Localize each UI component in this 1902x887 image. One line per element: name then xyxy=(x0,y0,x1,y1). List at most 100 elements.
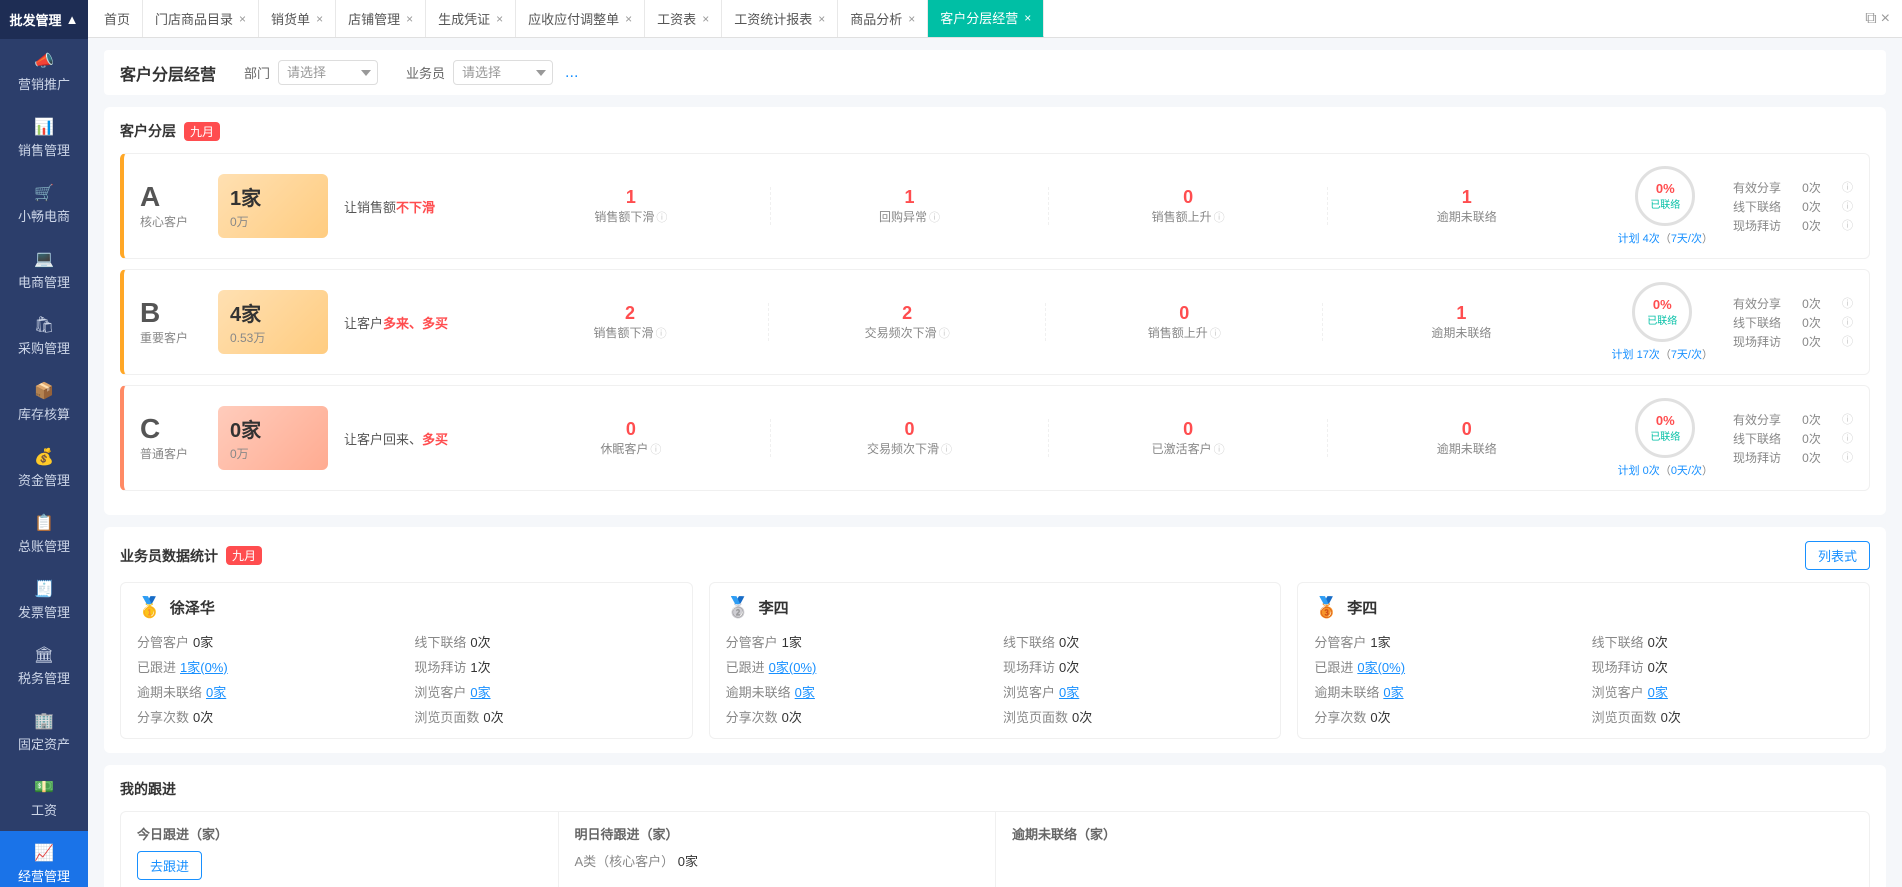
tab-sales-order-close[interactable]: × xyxy=(316,12,323,26)
stat-info-c-0[interactable]: ⓘ xyxy=(1842,411,1853,428)
metric-a-1: 1 回购异常ⓘ xyxy=(770,187,1049,225)
tab-store-catalog[interactable]: 门店商品目录 × xyxy=(143,0,259,38)
stat-key-2-0: 分管客户 xyxy=(1314,632,1366,651)
stat-key-1-7: 浏览页面数 xyxy=(1003,707,1068,726)
tab-ar-ap[interactable]: 应收应付调整单 × xyxy=(516,0,645,38)
stat-val-2-5[interactable]: 0家 xyxy=(1648,682,1668,701)
tab-product-analysis-label: 商品分析 xyxy=(850,9,902,28)
followup-col-title-today: 今日跟进（家） xyxy=(137,824,542,843)
tier-name-a: 核心客户 xyxy=(140,213,210,230)
sidebar-item-ecom[interactable]: 💻 电商管理 xyxy=(0,237,88,303)
tab-store-manage-close[interactable]: × xyxy=(406,12,413,26)
stat-val-1-2[interactable]: 0家(0%) xyxy=(769,657,817,676)
stat-val-0-5[interactable]: 0家 xyxy=(470,682,490,701)
stat-info-a-1[interactable]: ⓘ xyxy=(1842,198,1853,215)
sidebar-logo[interactable]: 批发管理 ▲ xyxy=(0,0,88,39)
list-view-btn[interactable]: 列表式 xyxy=(1805,541,1870,570)
stat-item-1-6: 分享次数 0次 xyxy=(726,707,987,726)
stat-info-c-1[interactable]: ⓘ xyxy=(1842,430,1853,447)
stat-info-b-0[interactable]: ⓘ xyxy=(1842,295,1853,312)
stat-key-2-4: 逾期未联络 xyxy=(1314,682,1379,701)
sidebar-item-marketing[interactable]: 📣 营销推广 xyxy=(0,39,88,105)
metric-label-a-1: 回购异常ⓘ xyxy=(779,208,1041,225)
salesman-section-title: 业务员数据统计 xyxy=(120,546,218,566)
sidebar-item-ledger[interactable]: 📋 总账管理 xyxy=(0,501,88,567)
tab-voucher-close[interactable]: × xyxy=(496,12,503,26)
stat-val-1-5[interactable]: 0家 xyxy=(1059,682,1079,701)
sidebar-collapse-icon[interactable]: ▲ xyxy=(66,12,79,27)
tab-customer-tier[interactable]: 客户分层经营 × xyxy=(928,0,1044,38)
stat-info-a-2[interactable]: ⓘ xyxy=(1842,217,1853,234)
filter-sales-select[interactable]: 请选择 xyxy=(453,60,553,85)
tab-payroll-report-close[interactable]: × xyxy=(818,12,825,26)
salesman-title-group: 业务员数据统计 九月 xyxy=(120,546,262,566)
stat-info-b-1[interactable]: ⓘ xyxy=(1842,314,1853,331)
sidebar-item-purchase[interactable]: 🛍 采购管理 xyxy=(0,303,88,369)
stat-item-2-5: 浏览客户 0家 xyxy=(1592,682,1853,701)
tab-sales-order[interactable]: 销货单 × xyxy=(259,0,336,38)
filter-dept-select[interactable]: 请选择 xyxy=(278,60,378,85)
stat-info-a-0[interactable]: ⓘ xyxy=(1842,179,1853,196)
tier-right-stats-b: 有效分享 0次 ⓘ 线下联络 0次 ⓘ 现场拜访 0次 ⓘ xyxy=(1733,295,1853,350)
goto-followup-btn[interactable]: 去跟进 xyxy=(137,851,202,880)
info-icon-c-2[interactable]: ⓘ xyxy=(1214,441,1225,457)
tier-stat-row-a-1: 线下联络 0次 ⓘ xyxy=(1733,198,1853,215)
info-icon-b-0[interactable]: ⓘ xyxy=(656,325,667,341)
tier-right-stats-a: 有效分享 0次 ⓘ 线下联络 0次 ⓘ 现场拜访 0次 ⓘ xyxy=(1733,179,1853,234)
tab-store-catalog-close[interactable]: × xyxy=(239,12,246,26)
tab-product-analysis[interactable]: 商品分析 × xyxy=(838,0,928,38)
sidebar-item-invoice[interactable]: 🧾 发票管理 xyxy=(0,567,88,633)
sidebar-item-sales[interactable]: 📊 销售管理 xyxy=(0,105,88,171)
tab-customer-tier-close[interactable]: × xyxy=(1024,11,1031,25)
tier-row-a: A 核心客户 1家 0万 让销售额不下滑 1 销售额下滑ⓘ 1 xyxy=(120,153,1870,259)
sidebar-item-ecom-small[interactable]: 🛒 小畅电商 xyxy=(0,171,88,237)
stat-val-0-2[interactable]: 1家(0%) xyxy=(180,657,228,676)
tier-count-val-c: 0万 xyxy=(230,445,316,462)
tab-close-all-btn[interactable]: × xyxy=(1881,10,1890,28)
sidebar-item-label: 发票管理 xyxy=(18,602,70,621)
info-icon-b-2[interactable]: ⓘ xyxy=(1210,325,1221,341)
tab-voucher[interactable]: 生成凭证 × xyxy=(426,0,516,38)
customer-section-title: 客户分层 xyxy=(120,121,176,141)
sidebar-logo-text: 批发管理 xyxy=(10,10,62,29)
followup-tomorrow-val-0: 0家 xyxy=(678,854,698,869)
tier-suggest-highlight-c: 多买 xyxy=(422,432,448,447)
info-icon-a-0[interactable]: ⓘ xyxy=(656,209,667,225)
stat-val-2-2[interactable]: 0家(0%) xyxy=(1357,657,1405,676)
tab-ar-ap-close[interactable]: × xyxy=(625,12,632,26)
sidebar-item-label: 小畅电商 xyxy=(18,206,70,225)
sidebar-item-inventory[interactable]: 📦 库存核算 xyxy=(0,369,88,435)
sidebar-item-finance[interactable]: 💰 资金管理 xyxy=(0,435,88,501)
stat-val-1-4[interactable]: 0家 xyxy=(795,682,815,701)
tab-product-analysis-close[interactable]: × xyxy=(908,12,915,26)
metric-a-2: 0 销售额上升ⓘ xyxy=(1048,187,1327,225)
info-icon-c-1[interactable]: ⓘ xyxy=(941,441,952,457)
sidebar-item-assets[interactable]: 🏢 固定资产 xyxy=(0,699,88,765)
stat-val-2-4[interactable]: 0家 xyxy=(1383,682,1403,701)
customer-month-badge: 九月 xyxy=(184,122,220,141)
tab-payroll-close[interactable]: × xyxy=(702,12,709,26)
tab-store-manage[interactable]: 店铺管理 × xyxy=(336,0,426,38)
tab-home[interactable]: 首页 xyxy=(92,0,143,38)
info-icon-a-1[interactable]: ⓘ xyxy=(929,209,940,225)
stat-val-0-4[interactable]: 0家 xyxy=(206,682,226,701)
info-icon-c-0[interactable]: ⓘ xyxy=(650,441,661,457)
tab-payroll-report[interactable]: 工资统计报表 × xyxy=(722,0,838,38)
more-filter-btn[interactable]: ... xyxy=(565,64,578,82)
info-icon-a-2[interactable]: ⓘ xyxy=(1214,209,1225,225)
sidebar-item-label: 税务管理 xyxy=(18,668,70,687)
stat-info-c-2[interactable]: ⓘ xyxy=(1842,449,1853,466)
tier-suggest-highlight-b: 多来、多买 xyxy=(383,316,448,331)
tier-stat-row-c-2: 现场拜访 0次 ⓘ xyxy=(1733,449,1853,466)
stat-item-1-5: 浏览客户 0家 xyxy=(1003,682,1264,701)
stat-info-b-2[interactable]: ⓘ xyxy=(1842,333,1853,350)
stat-item-1-1: 线下联络 0次 xyxy=(1003,632,1264,651)
tab-restore-btn[interactable]: ⧉ xyxy=(1865,10,1876,28)
stat-item-0-5: 浏览客户 0家 xyxy=(414,682,675,701)
sidebar-item-payroll[interactable]: 💵 工资 xyxy=(0,765,88,831)
sidebar-item-management[interactable]: 📈 经营管理 ◀ xyxy=(0,831,88,887)
tier-count-val-b: 0.53万 xyxy=(230,329,316,346)
info-icon-b-1[interactable]: ⓘ xyxy=(939,325,950,341)
tab-payroll[interactable]: 工资表 × xyxy=(645,0,722,38)
sidebar-item-tax[interactable]: 🏛 税务管理 xyxy=(0,633,88,699)
